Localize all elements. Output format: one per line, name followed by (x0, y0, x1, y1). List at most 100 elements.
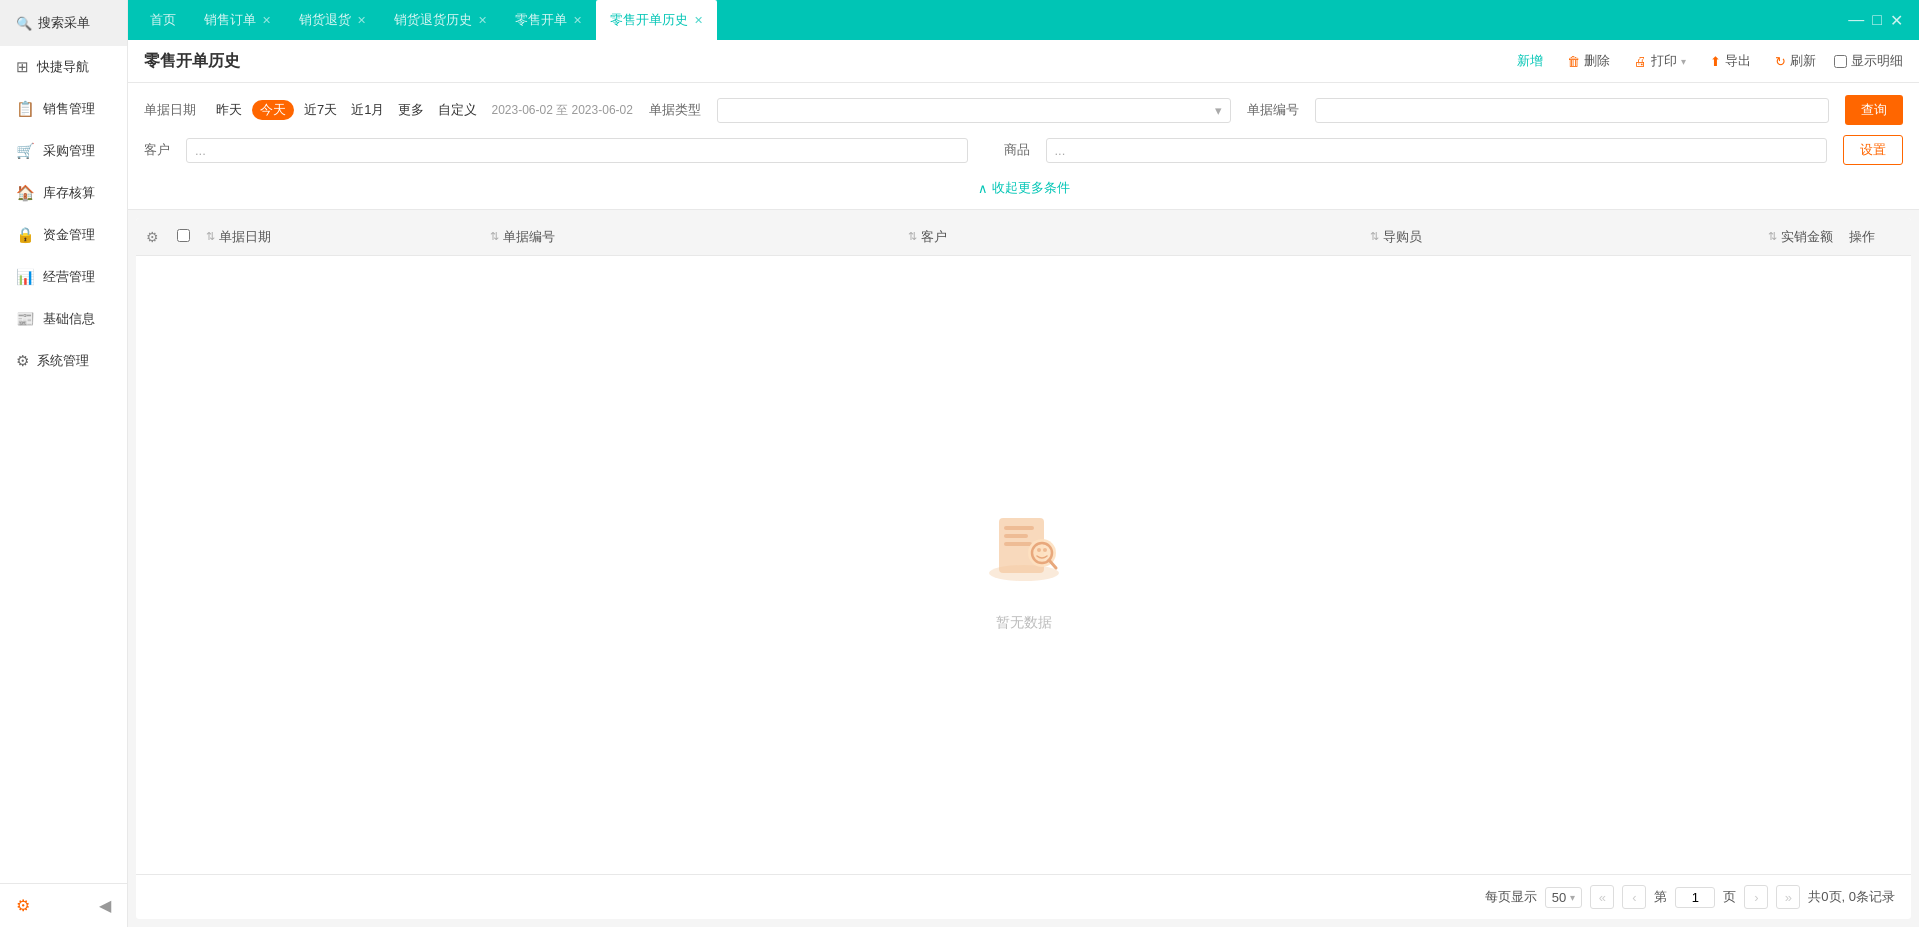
show-detail-input[interactable] (1834, 55, 1847, 68)
settings-icon[interactable]: ⚙ (16, 896, 30, 915)
svg-point-9 (1043, 548, 1047, 552)
product-filter-label: 商品 (1004, 141, 1030, 159)
collapse-sidebar-icon[interactable]: ◀ (99, 896, 111, 915)
product-select[interactable]: ... (1046, 138, 1828, 163)
sidebar-item-purchase-mgmt[interactable]: 🛒 采购管理 (0, 130, 127, 172)
date-opt-today[interactable]: 今天 (252, 100, 294, 120)
minimize-icon[interactable]: — (1848, 11, 1864, 29)
tab-bar: 首页 销售订单 ✕ 销货退货 ✕ 销货退货历史 ✕ 零售开单 ✕ 零售开单历史 … (128, 0, 1919, 40)
th-date-sort-icon: ⇅ (206, 230, 215, 243)
delete-label: 删除 (1584, 52, 1610, 70)
ops-mgmt-icon: 📊 (16, 268, 35, 286)
tab-sales-return-history-close[interactable]: ✕ (478, 14, 487, 27)
print-arrow-icon: ▾ (1681, 56, 1686, 67)
sidebar-item-label: 销售管理 (43, 100, 95, 118)
next-page-button[interactable]: › (1744, 885, 1768, 909)
last-page-button[interactable]: » (1776, 885, 1800, 909)
page-input[interactable] (1675, 887, 1715, 908)
next-page-icon: › (1754, 890, 1758, 905)
select-all-input[interactable] (177, 229, 190, 242)
tab-retail-open-label: 零售开单 (515, 11, 567, 29)
th-num[interactable]: ⇅ 单据编号 (482, 228, 900, 246)
collapse-btn[interactable]: ∧ 收起更多条件 (144, 175, 1903, 205)
th-num-label: 单据编号 (503, 228, 555, 246)
type-select-arrow-icon: ▾ (1215, 103, 1222, 118)
set-button[interactable]: 设置 (1843, 135, 1903, 165)
sidebar: 🔍 搜索采单 ⊞ 快捷导航 📋 销售管理 🛒 采购管理 🏠 库存核算 🔒 资金管… (0, 0, 128, 927)
sidebar-item-base-info[interactable]: 📰 基础信息 (0, 298, 127, 340)
th-action-label: 操作 (1849, 229, 1875, 244)
date-opt-1month[interactable]: 近1月 (347, 100, 388, 120)
page-size-arrow-icon: ▾ (1570, 892, 1575, 903)
num-filter-input[interactable] (1315, 98, 1829, 123)
tab-home-label: 首页 (150, 11, 176, 29)
tab-retail-open-close[interactable]: ✕ (573, 14, 582, 27)
quick-nav-icon: ⊞ (16, 58, 29, 76)
sidebar-item-quick-nav[interactable]: ⊞ 快捷导航 (0, 46, 127, 88)
delete-button[interactable]: 🗑 删除 (1561, 48, 1616, 74)
svg-rect-3 (1004, 534, 1028, 538)
type-select[interactable]: ▾ (717, 98, 1231, 123)
th-guide[interactable]: ⇅ 导购员 (1362, 228, 1601, 246)
prev-page-button[interactable]: ‹ (1622, 885, 1646, 909)
tab-sales-order-close[interactable]: ✕ (262, 14, 271, 27)
per-page-label: 每页显示 (1485, 888, 1537, 906)
page-label-end: 页 (1723, 888, 1736, 906)
export-icon: ⬆ (1710, 54, 1721, 69)
tab-retail-history[interactable]: 零售开单历史 ✕ (596, 0, 717, 40)
tab-home[interactable]: 首页 (136, 0, 190, 40)
select-all-checkbox[interactable] (169, 229, 198, 245)
show-detail-checkbox[interactable]: 显示明细 (1834, 52, 1903, 70)
page-size-value: 50 (1552, 890, 1566, 905)
query-button[interactable]: 查询 (1845, 95, 1903, 125)
export-button[interactable]: ⬆ 导出 (1704, 48, 1757, 74)
th-date[interactable]: ⇅ 单据日期 (198, 228, 482, 246)
sidebar-item-label: 系统管理 (37, 352, 89, 370)
sidebar-item-finance-mgmt[interactable]: 🔒 资金管理 (0, 214, 127, 256)
column-settings-icon[interactable]: ⚙ (136, 229, 169, 245)
tab-sales-return-close[interactable]: ✕ (357, 14, 366, 27)
sidebar-item-label: 资金管理 (43, 226, 95, 244)
sidebar-item-ops-mgmt[interactable]: 📊 经营管理 (0, 256, 127, 298)
print-icon: 🖨 (1634, 54, 1647, 69)
refresh-label: 刷新 (1790, 52, 1816, 70)
sidebar-item-sys-mgmt[interactable]: ⚙ 系统管理 (0, 340, 127, 382)
first-page-button[interactable]: « (1590, 885, 1614, 909)
delete-icon: 🗑 (1567, 54, 1580, 69)
page-label: 第 (1654, 888, 1667, 906)
refresh-button[interactable]: ↻ 刷新 (1769, 48, 1822, 74)
maximize-icon[interactable]: □ (1872, 11, 1882, 29)
svg-point-8 (1037, 548, 1041, 552)
collapse-arrow-icon: ∧ (978, 181, 988, 196)
close-icon[interactable]: ✕ (1890, 11, 1903, 30)
th-customer[interactable]: ⇅ 客户 (900, 228, 1363, 246)
toolbar-actions: 新增 🗑 删除 🖨 打印 ▾ ⬆ 导出 ↻ 刷新 显示明细 (1507, 48, 1903, 74)
customer-select[interactable]: ... (186, 138, 968, 163)
th-amount-label: 实销金额 (1781, 228, 1833, 246)
first-page-icon: « (1599, 890, 1606, 905)
sidebar-item-sales-mgmt[interactable]: 📋 销售管理 (0, 88, 127, 130)
tab-retail-open[interactable]: 零售开单 ✕ (501, 0, 596, 40)
sidebar-search[interactable]: 🔍 搜索采单 (0, 0, 127, 46)
customer-filter-label: 客户 (144, 141, 170, 159)
th-amount[interactable]: ⇅ 实销金额 (1602, 228, 1841, 246)
th-amount-sort-icon: ⇅ (1768, 230, 1777, 243)
sidebar-item-label: 库存核算 (43, 184, 95, 202)
export-label: 导出 (1725, 52, 1751, 70)
th-action: 操作 (1841, 228, 1911, 246)
print-button[interactable]: 🖨 打印 ▾ (1628, 48, 1692, 74)
date-opt-custom[interactable]: 自定义 (434, 100, 481, 120)
add-button[interactable]: 新增 (1507, 48, 1549, 74)
page-size-select[interactable]: 50 ▾ (1545, 887, 1582, 908)
tab-sales-order[interactable]: 销售订单 ✕ (190, 0, 285, 40)
tab-retail-history-close[interactable]: ✕ (694, 14, 703, 27)
toolbar: 零售开单历史 新增 🗑 删除 🖨 打印 ▾ ⬆ 导出 ↻ 刷新 (128, 40, 1919, 83)
tab-sales-return[interactable]: 销货退货 ✕ (285, 0, 380, 40)
date-opt-yesterday[interactable]: 昨天 (212, 100, 246, 120)
pagination-summary: 共0页, 0条记录 (1808, 888, 1895, 906)
sidebar-item-inventory[interactable]: 🏠 库存核算 (0, 172, 127, 214)
date-opt-more[interactable]: 更多 (394, 100, 428, 120)
date-range-display: 2023-06-02 至 2023-06-02 (491, 102, 632, 119)
tab-sales-return-history[interactable]: 销货退货历史 ✕ (380, 0, 501, 40)
date-opt-7days[interactable]: 近7天 (300, 100, 341, 120)
